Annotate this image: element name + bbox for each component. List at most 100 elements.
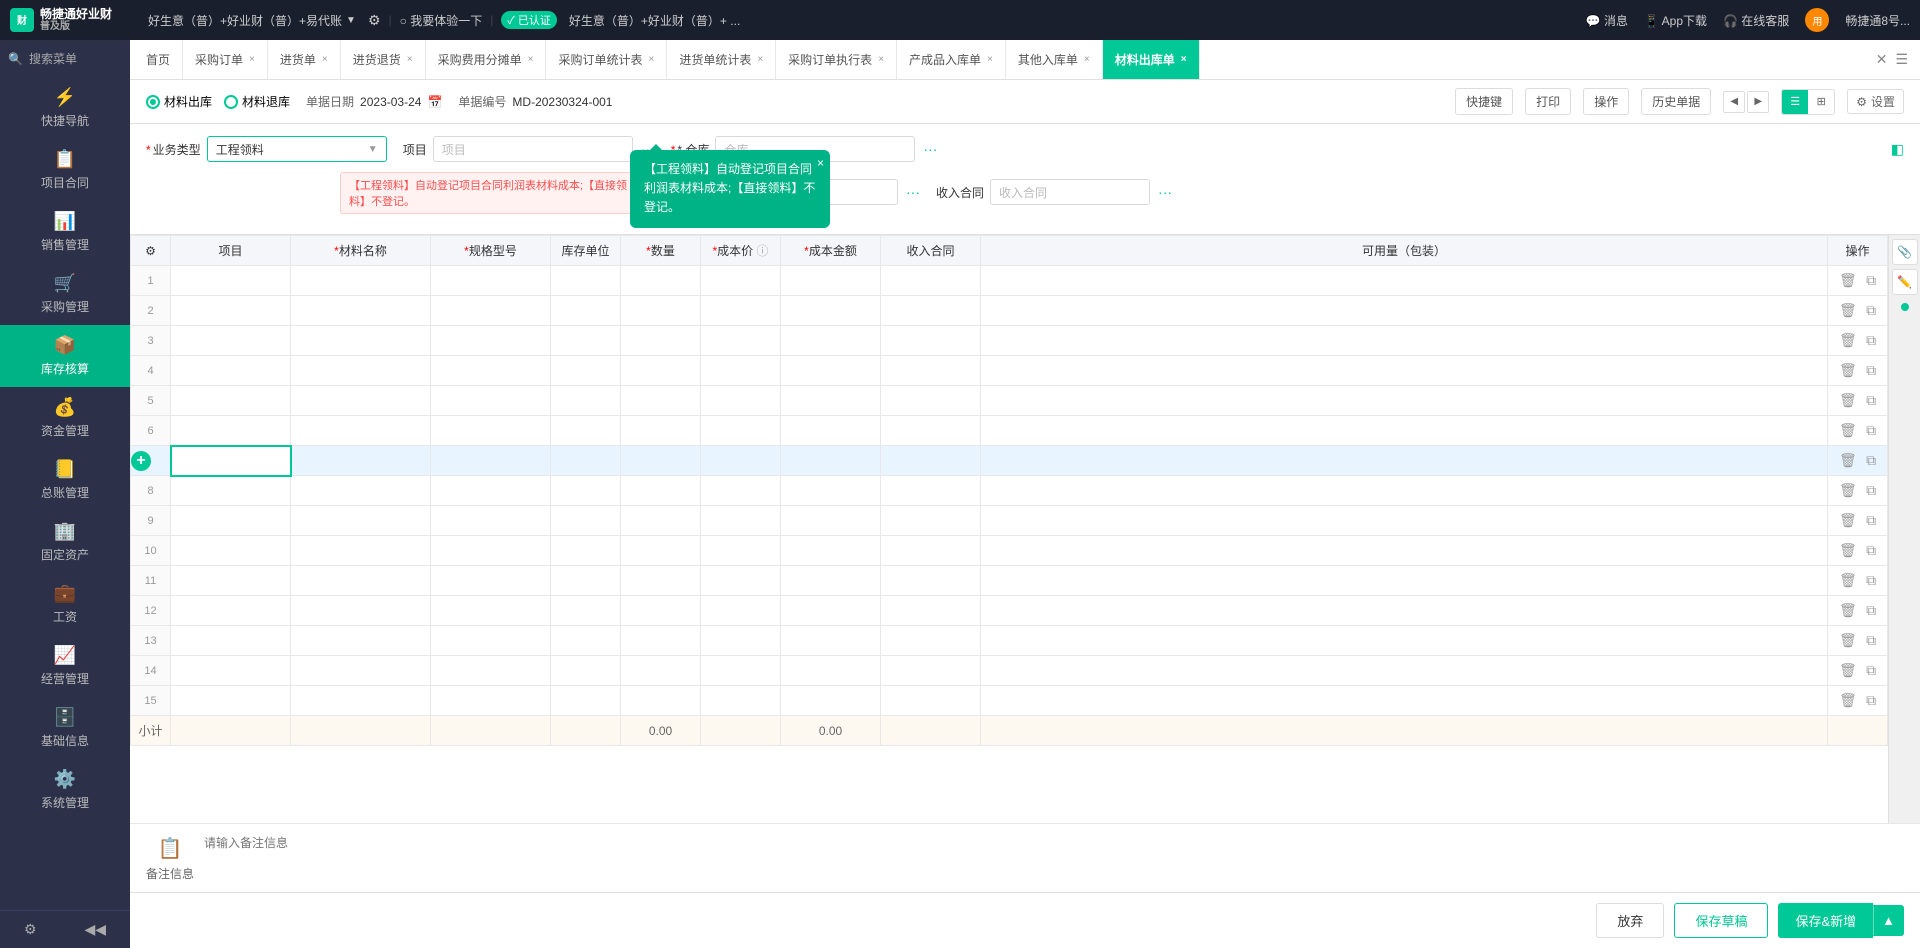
sidebar-item-basic[interactable]: 🗄️ 基础信息: [0, 697, 130, 759]
shortcut-btn[interactable]: 快捷键: [1455, 88, 1513, 115]
tab-close-inbound[interactable]: ×: [322, 54, 328, 65]
nav-dropdown-arrow[interactable]: ▼: [346, 15, 356, 26]
grid-view-btn[interactable]: ⊞: [1808, 90, 1834, 114]
active-row-unit[interactable]: [551, 446, 621, 476]
tab-purchase-exec[interactable]: 采购订单执行表×: [776, 40, 897, 80]
save-draft-btn[interactable]: 保存草稿: [1674, 903, 1768, 938]
app-download-btn[interactable]: 📱 App下载: [1644, 12, 1707, 29]
sidebar-item-inventory[interactable]: 📦 库存核算: [0, 325, 130, 387]
sidebar-search[interactable]: 🔍 搜索菜单: [0, 40, 130, 77]
copy-row-3-btn[interactable]: ⧉: [1863, 332, 1879, 348]
tab-home[interactable]: 首页: [134, 40, 183, 80]
radio-material-back[interactable]: 材料退库: [224, 93, 290, 110]
project-input[interactable]: 项目: [433, 136, 633, 162]
next-record-btn[interactable]: ▶: [1747, 91, 1769, 113]
right-panel-btn1[interactable]: ◧: [1891, 141, 1904, 158]
delete-row-1-btn[interactable]: 🗑: [1836, 272, 1860, 288]
tab-close-other-inbound[interactable]: ×: [1084, 54, 1090, 65]
nav-item-2[interactable]: 好生意（普）+好业财（普）+ ...: [569, 12, 740, 29]
calendar-icon[interactable]: 📅: [427, 95, 442, 109]
tab-close-purchase-expense[interactable]: ×: [528, 54, 534, 65]
sidebar-item-quicknav[interactable]: ⚡ 快捷导航: [0, 77, 130, 139]
active-row-qty[interactable]: [621, 446, 701, 476]
active-row-cost[interactable]: [701, 446, 781, 476]
copy-active-btn[interactable]: ⧉: [1863, 452, 1879, 468]
copy-row-8-btn[interactable]: ⧉: [1863, 482, 1879, 498]
nav-experience[interactable]: ○ 我要体验一下: [400, 12, 483, 29]
tab-finished-goods[interactable]: 产成品入库单×: [897, 40, 1006, 80]
discard-btn[interactable]: 放弃: [1596, 903, 1664, 938]
save-new-btn[interactable]: 保存&新增: [1778, 903, 1873, 938]
sidebar-item-operations[interactable]: 📈 经营管理: [0, 635, 130, 697]
delete-row-6-btn[interactable]: 🗑: [1836, 422, 1860, 438]
save-new-dropdown-btn[interactable]: ▲: [1873, 905, 1904, 936]
sidebar-item-funds[interactable]: 💰 资金管理: [0, 387, 130, 449]
row-material-1[interactable]: [291, 266, 431, 296]
sidebar-item-system[interactable]: ⚙️ 系统管理: [0, 759, 130, 821]
sidebar-item-salary[interactable]: 💼 工资: [0, 573, 130, 635]
message-btn[interactable]: 💬 消息: [1586, 12, 1628, 29]
active-row-spec[interactable]: [431, 446, 551, 476]
row-cost-1[interactable]: [701, 266, 781, 296]
nav-item-1[interactable]: 好生意（普）+好业财（普）+易代账: [148, 12, 342, 29]
tab-purchase-expense[interactable]: 采购费用分摊单×: [426, 40, 547, 80]
user-avatar[interactable]: 用: [1805, 8, 1829, 32]
tab-other-inbound[interactable]: 其他入库单×: [1006, 40, 1103, 80]
row-qty-1[interactable]: [621, 266, 701, 296]
delete-row-2-btn[interactable]: 🗑: [1836, 302, 1860, 318]
copy-row-5-btn[interactable]: ⧉: [1863, 392, 1879, 408]
row-unit-1[interactable]: [551, 266, 621, 296]
copy-row-1-btn[interactable]: ⧉: [1863, 272, 1879, 288]
notes-input[interactable]: [204, 834, 1904, 874]
tab-close-material-out[interactable]: ×: [1181, 54, 1187, 65]
copy-row-2-btn[interactable]: ⧉: [1863, 302, 1879, 318]
print-btn[interactable]: 打印: [1525, 88, 1571, 115]
row-amount-1[interactable]: [781, 266, 881, 296]
active-project-input[interactable]: [172, 447, 290, 475]
agent-search-btn[interactable]: ···: [906, 184, 920, 200]
username[interactable]: 畅捷通8号...: [1845, 12, 1910, 29]
history-btn[interactable]: 历史单据: [1641, 88, 1711, 115]
tab-close-inbound-return[interactable]: ×: [407, 54, 413, 65]
sidebar-item-purchase[interactable]: 🛒 采购管理: [0, 263, 130, 325]
business-type-select[interactable]: 工程领料 ▼: [207, 136, 387, 162]
tab-purchase-order[interactable]: 采购订单×: [183, 40, 268, 80]
tab-close-purchase-exec[interactable]: ×: [878, 54, 884, 65]
warehouse-search-btn[interactable]: ···: [923, 141, 937, 157]
delete-row-3-btn[interactable]: 🗑: [1836, 332, 1860, 348]
right-panel-btn-1[interactable]: 📎: [1892, 239, 1918, 265]
th-settings[interactable]: ⚙: [131, 236, 171, 266]
delete-row-4-btn[interactable]: 🗑: [1836, 362, 1860, 378]
tab-material-out[interactable]: 材料出库单×: [1103, 40, 1200, 80]
tab-purchase-stat[interactable]: 采购订单统计表×: [546, 40, 667, 80]
active-row-available[interactable]: [981, 446, 1828, 476]
tab-close-purchase-stat[interactable]: ×: [648, 54, 654, 65]
tab-inbound-stat[interactable]: 进货单统计表×: [667, 40, 776, 80]
operations-btn[interactable]: 操作: [1583, 88, 1629, 115]
sidebar-collapse-btn[interactable]: ◀◀: [84, 921, 106, 938]
sidebar-item-project[interactable]: 📋 项目合同: [0, 139, 130, 201]
active-row-contract[interactable]: [881, 446, 981, 476]
row-contract-1[interactable]: [881, 266, 981, 296]
row-available-1[interactable]: [981, 266, 1828, 296]
income-contract-search-btn[interactable]: ···: [1158, 184, 1172, 200]
tab-inbound[interactable]: 进货单×: [268, 40, 341, 80]
list-view-btn[interactable]: ☰: [1782, 90, 1808, 114]
tab-close-all-btn[interactable]: ✕: [1876, 51, 1888, 68]
active-row-project[interactable]: [171, 446, 291, 476]
right-panel-btn-2[interactable]: ✏️: [1892, 269, 1918, 295]
copy-row-6-btn[interactable]: ⧉: [1863, 422, 1879, 438]
sidebar-settings-btn[interactable]: ⚙: [24, 921, 37, 938]
online-service-btn[interactable]: 🎧 在线客服: [1723, 12, 1789, 29]
sidebar-item-sales[interactable]: 📊 销售管理: [0, 201, 130, 263]
cost-info-icon[interactable]: ⓘ: [757, 244, 769, 258]
add-row-btn[interactable]: +: [131, 451, 151, 471]
prev-record-btn[interactable]: ◀: [1723, 91, 1745, 113]
copy-row-4-btn[interactable]: ⧉: [1863, 362, 1879, 378]
sidebar-item-assets[interactable]: 🏢 固定资产: [0, 511, 130, 573]
tab-close-finished-goods[interactable]: ×: [987, 54, 993, 65]
tab-inbound-return[interactable]: 进货退货×: [341, 40, 426, 80]
delete-active-btn[interactable]: 🗑: [1836, 452, 1860, 468]
tab-close-purchase[interactable]: ×: [249, 54, 255, 65]
active-row-amount[interactable]: [781, 446, 881, 476]
